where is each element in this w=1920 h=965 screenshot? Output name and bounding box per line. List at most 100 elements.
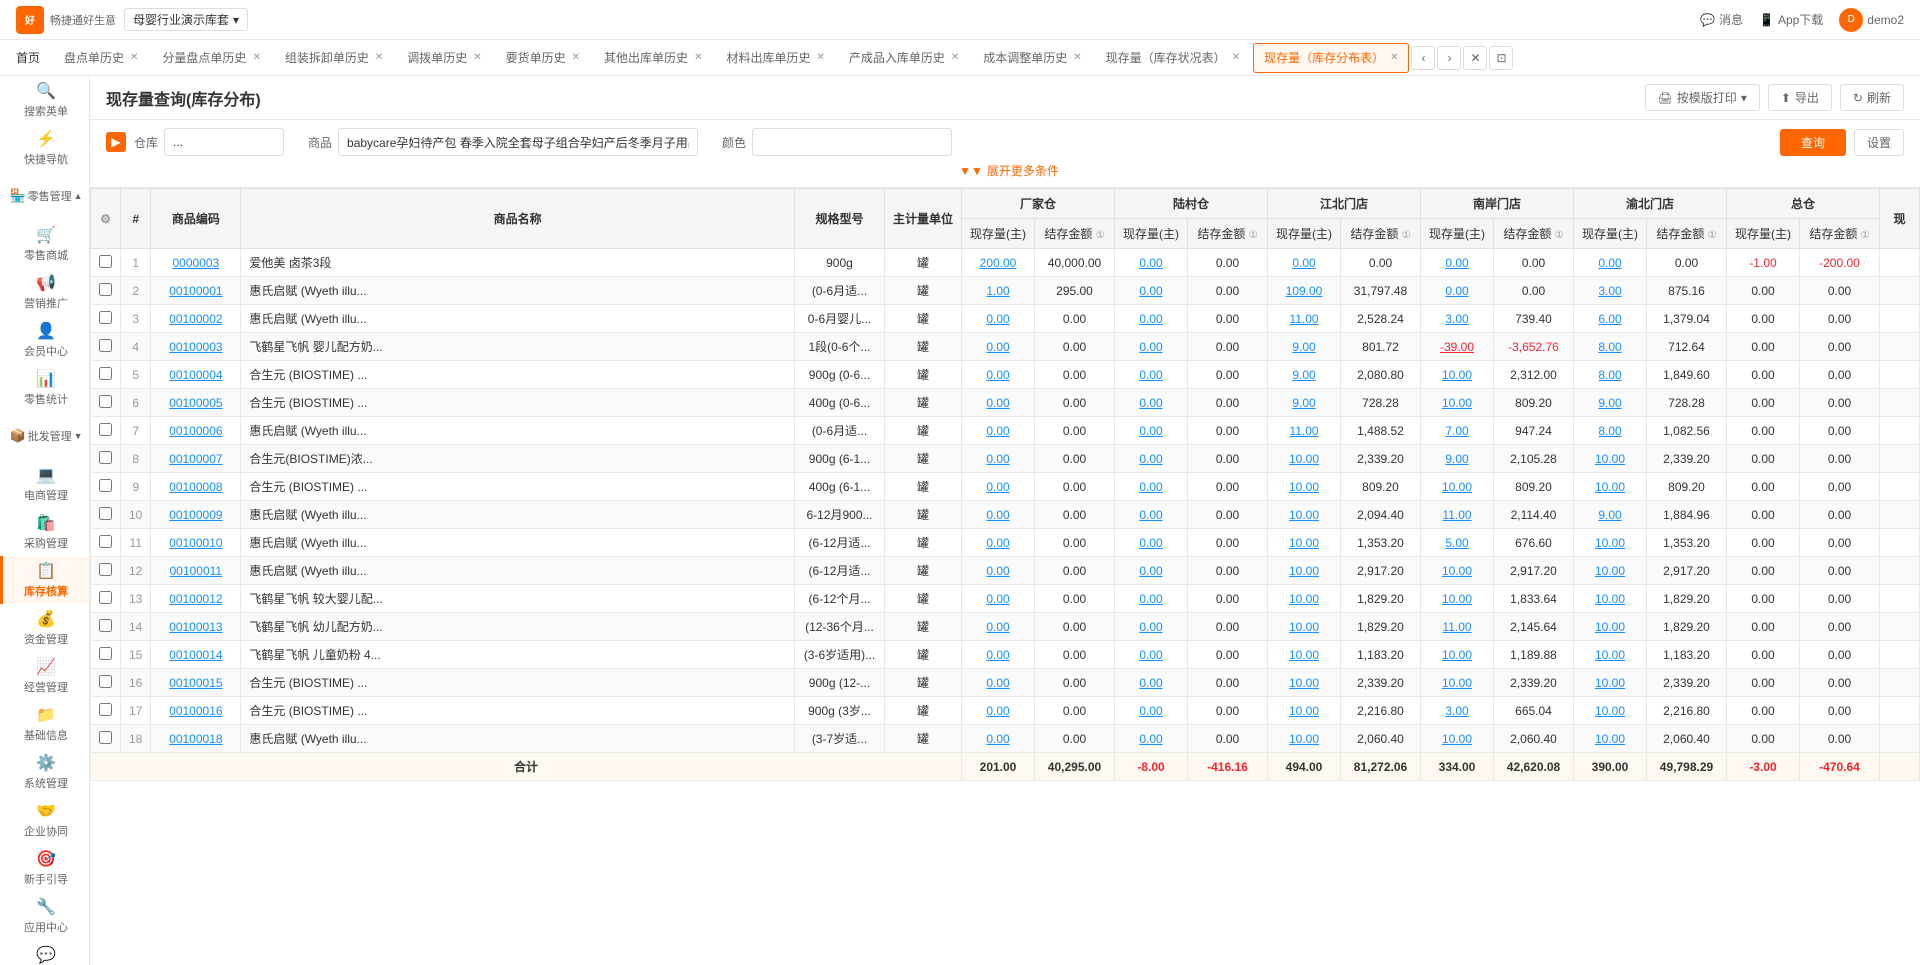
- store-selector[interactable]: 母婴行业演示库套 ▾: [124, 8, 248, 31]
- system-icon: ⚙️: [36, 753, 56, 773]
- cell-checkbox[interactable]: [91, 669, 121, 697]
- cell-spec: (0-6月适...: [794, 277, 884, 305]
- tab-close-icon[interactable]: ✕: [572, 52, 580, 63]
- cell-checkbox[interactable]: [91, 473, 121, 501]
- tab-close-icon[interactable]: ✕: [252, 52, 260, 63]
- sidebar-item-collab[interactable]: 🤝 企业协同: [0, 796, 89, 844]
- cell-yubei-amt: 1,829.20: [1647, 613, 1727, 641]
- message-btn[interactable]: 💬 消息: [1700, 11, 1743, 28]
- tab-product-in[interactable]: 产成品入库单历史 ✕: [838, 43, 970, 73]
- expand-conditions-btn[interactable]: ▼▼ 展开更多条件: [959, 162, 1059, 179]
- cell-checkbox[interactable]: [91, 557, 121, 585]
- cell-checkbox[interactable]: [91, 613, 121, 641]
- sidebar-item-ecommerce[interactable]: 💻 电商管理: [0, 460, 89, 508]
- tab-close-icon[interactable]: ✕: [694, 52, 702, 63]
- cell-changjia-cur: 0.00: [962, 417, 1035, 445]
- cell-total-cur: 0.00: [1727, 725, 1800, 753]
- cell-checkbox[interactable]: [91, 277, 121, 305]
- cell-changjia-cur: 0.00: [962, 361, 1035, 389]
- tab-stock-status[interactable]: 现存量（库存状况表） ✕: [1095, 43, 1251, 73]
- tab-nav-prev[interactable]: ‹: [1411, 46, 1435, 70]
- filter-toggle-btn[interactable]: ▶: [106, 132, 126, 152]
- cell-checkbox[interactable]: [91, 501, 121, 529]
- app-download-btn[interactable]: 📱 App下载: [1759, 11, 1823, 28]
- cell-yubei-cur: 10.00: [1574, 613, 1647, 641]
- cell-total-amt: 0.00: [1800, 613, 1880, 641]
- sidebar-item-wechat[interactable]: 💬 企业微信: [0, 940, 89, 965]
- tab-close-icon[interactable]: ✕: [1073, 52, 1081, 63]
- tab-nav-next[interactable]: ›: [1437, 46, 1461, 70]
- sidebar-item-wholesale[interactable]: 📦 批发管理 ▼: [0, 412, 89, 460]
- cell-checkbox[interactable]: [91, 529, 121, 557]
- cell-extra: [1880, 445, 1920, 473]
- sidebar-item-search[interactable]: 🔍 搜索英单: [0, 76, 89, 124]
- query-btn[interactable]: 查询: [1780, 129, 1846, 156]
- sidebar-item-operations[interactable]: 📈 经营管理: [0, 652, 89, 700]
- cell-nanan-amt: 2,339.20: [1494, 669, 1574, 697]
- cell-yubei-amt: 2,060.40: [1647, 725, 1727, 753]
- tab-assemble[interactable]: 组装拆卸单历史 ✕: [274, 43, 394, 73]
- tab-cost-adjust[interactable]: 成本调整单历史 ✕: [972, 43, 1092, 73]
- cell-lucun-amt: 0.00: [1188, 585, 1268, 613]
- th-group-yubei: 渝北门店: [1574, 189, 1727, 219]
- cell-checkbox[interactable]: [91, 417, 121, 445]
- cell-total-cur: 0.00: [1727, 333, 1800, 361]
- table-row: 9 00100008 合生元 (BIOSTIME) ... 400g (6-1.…: [91, 473, 1920, 501]
- cell-checkbox[interactable]: [91, 249, 121, 277]
- sidebar-item-guide[interactable]: 🎯 新手引导: [0, 844, 89, 892]
- cell-checkbox[interactable]: [91, 445, 121, 473]
- tab-close-icon[interactable]: ✕: [1232, 52, 1240, 63]
- sidebar-item-marketing[interactable]: 📢 营销推广: [0, 268, 89, 316]
- goods-input[interactable]: [338, 128, 698, 156]
- warehouse-input[interactable]: [164, 128, 284, 156]
- tab-sub-inventory[interactable]: 分量盘点单历史 ✕: [151, 43, 271, 73]
- tab-close-icon[interactable]: ✕: [473, 52, 481, 63]
- tab-requisition[interactable]: 要货单历史 ✕: [495, 43, 591, 73]
- tab-home[interactable]: 首页: [5, 43, 51, 73]
- user-menu[interactable]: D demo2: [1839, 8, 1904, 32]
- tab-material-out[interactable]: 材料出库单历史 ✕: [715, 43, 835, 73]
- cell-checkbox[interactable]: [91, 361, 121, 389]
- cell-checkbox[interactable]: [91, 585, 121, 613]
- tab-nav-expand[interactable]: ⊡: [1489, 46, 1513, 70]
- sidebar-item-retail-stats[interactable]: 📊 零售统计: [0, 364, 89, 412]
- refresh-btn[interactable]: ↻ 刷新: [1840, 84, 1904, 111]
- tab-stock-distribution[interactable]: 现存量（库存分布表） ✕: [1253, 43, 1409, 73]
- sidebar-item-member[interactable]: 👤 会员中心: [0, 316, 89, 364]
- cell-checkbox[interactable]: [91, 697, 121, 725]
- tab-close-icon[interactable]: ✕: [951, 52, 959, 63]
- sidebar-item-basic-info[interactable]: 📁 基础信息: [0, 700, 89, 748]
- cell-checkbox[interactable]: [91, 725, 121, 753]
- tab-close-icon[interactable]: ✕: [1390, 52, 1398, 63]
- tab-transfer[interactable]: 调拨单历史 ✕: [396, 43, 492, 73]
- sidebar-item-purchase[interactable]: 🛍️ 采购管理: [0, 508, 89, 556]
- cell-checkbox[interactable]: [91, 305, 121, 333]
- settings-icon[interactable]: ⚙: [100, 212, 111, 226]
- sidebar-item-retail-mgmt[interactable]: 🏪 零售管理 ▲: [0, 172, 89, 220]
- sidebar-item-system[interactable]: ⚙️ 系统管理: [0, 748, 89, 796]
- sidebar-item-inventory[interactable]: 📋 库存核算: [0, 556, 89, 604]
- setting-btn[interactable]: 设置: [1854, 129, 1904, 156]
- color-input[interactable]: [752, 128, 952, 156]
- tab-other-out[interactable]: 其他出库单历史 ✕: [593, 43, 713, 73]
- sidebar-item-finance[interactable]: 💰 资金管理: [0, 604, 89, 652]
- tab-close-icon[interactable]: ✕: [130, 52, 138, 63]
- cell-checkbox[interactable]: [91, 333, 121, 361]
- cell-yubei-amt: 875.16: [1647, 277, 1727, 305]
- cell-changjia-amt: 0.00: [1035, 473, 1115, 501]
- cell-checkbox[interactable]: [91, 389, 121, 417]
- cell-checkbox[interactable]: [91, 641, 121, 669]
- sidebar-item-mall[interactable]: 🛒 零售商城: [0, 220, 89, 268]
- tab-inventory-history[interactable]: 盘点单历史 ✕: [53, 43, 149, 73]
- tab-close-icon[interactable]: ✕: [816, 52, 824, 63]
- tab-close-icon[interactable]: ✕: [375, 52, 383, 63]
- sidebar-item-quicknav[interactable]: ⚡ 快捷导航: [0, 124, 89, 172]
- sidebar-item-apps[interactable]: 🔧 应用中心: [0, 892, 89, 940]
- operations-icon: 📈: [36, 657, 56, 677]
- export-btn[interactable]: ⬆ 导出: [1768, 84, 1832, 111]
- tab-nav-close[interactable]: ✕: [1463, 46, 1487, 70]
- print-btn[interactable]: 🖨 按模版打印 ▾: [1645, 84, 1760, 111]
- arrow-icon: ▲: [74, 191, 83, 201]
- th-settings[interactable]: ⚙: [91, 189, 121, 249]
- cell-jiangbei-amt: 0.00: [1341, 249, 1421, 277]
